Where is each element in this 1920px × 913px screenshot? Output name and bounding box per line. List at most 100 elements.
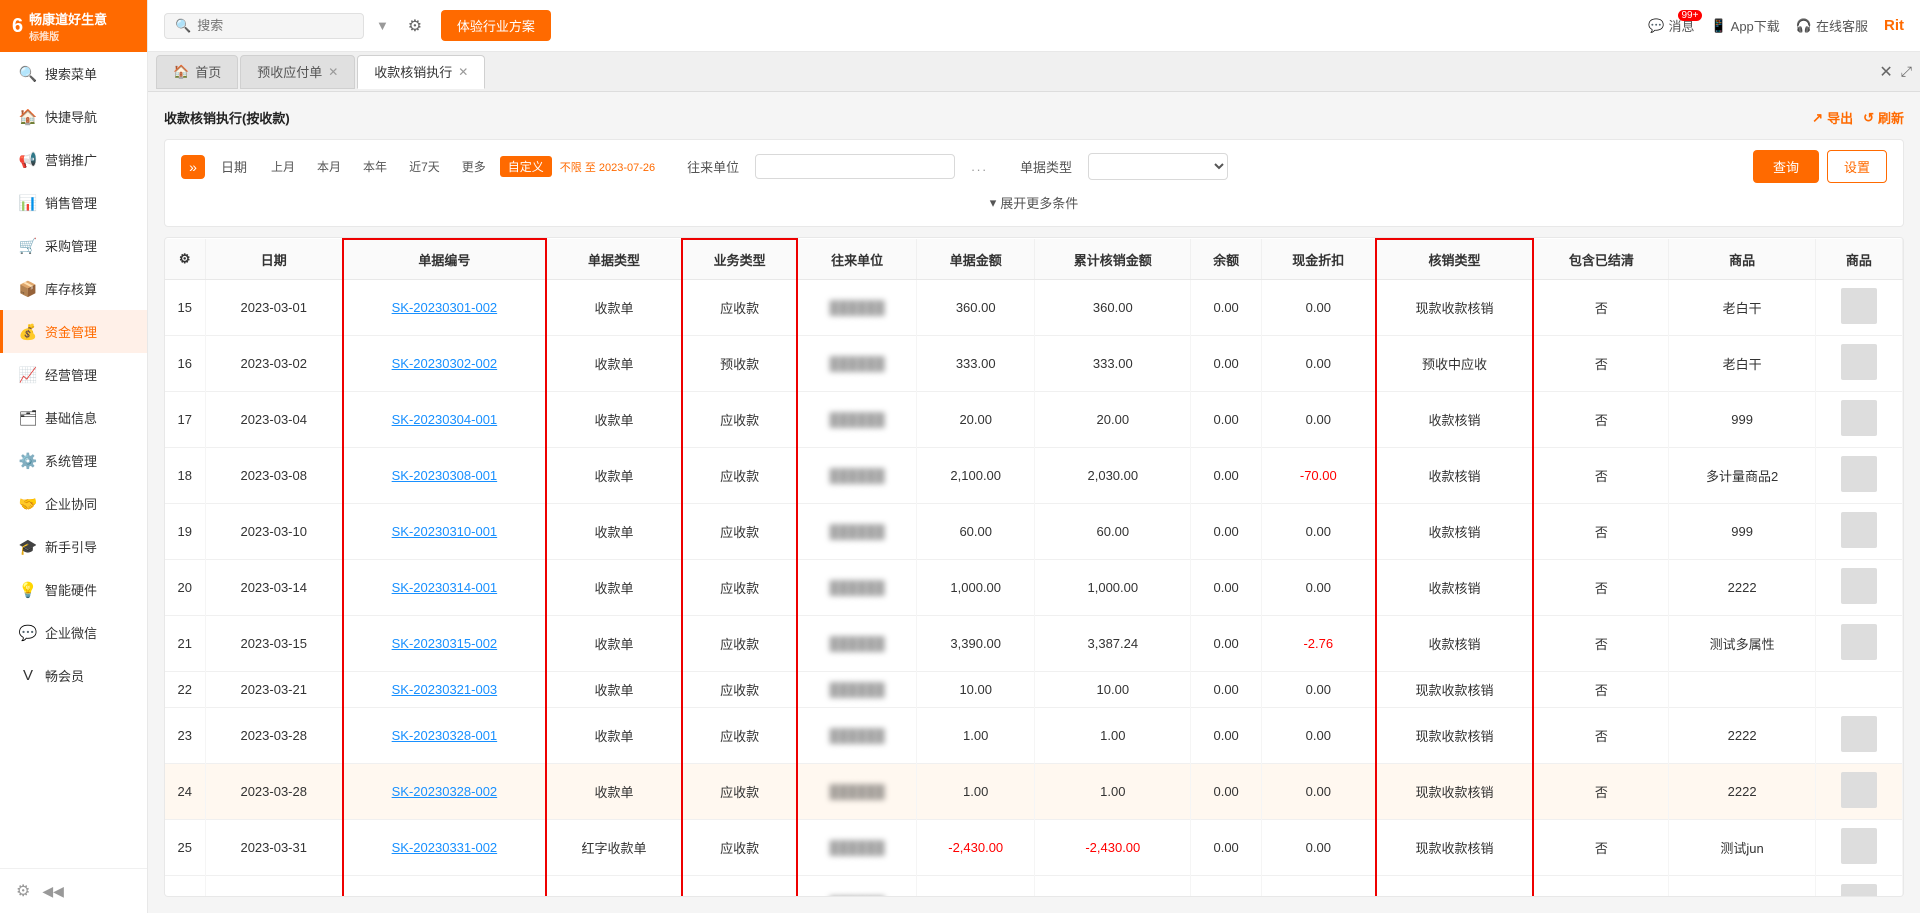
sidebar-item-system[interactable]: ⚙️系统管理 bbox=[0, 439, 147, 482]
app-download-button[interactable]: 📱 App下载 bbox=[1710, 16, 1779, 35]
tabs-expand-icon[interactable]: ⤢ bbox=[1901, 63, 1912, 80]
sidebar-item-shortcut[interactable]: 🏠快捷导航 bbox=[0, 95, 147, 138]
sidebar-item-purchase[interactable]: 🛒采购管理 bbox=[0, 224, 147, 267]
sidebar-item-operations[interactable]: 📈经营管理 bbox=[0, 353, 147, 396]
refresh-button[interactable]: ↺ 刷新 bbox=[1863, 108, 1904, 127]
table-row: 18 2023-03-08 SK-20230308-001 收款单 应收款 ██… bbox=[165, 448, 1903, 504]
export-button[interactable]: ↗ 导出 bbox=[1812, 108, 1853, 127]
cell-writeoff-amount: 1.00 bbox=[1035, 708, 1191, 764]
messages-button[interactable]: 💬 消息 99+ bbox=[1648, 16, 1694, 35]
cell-amount: 10.00 bbox=[917, 672, 1035, 708]
cell-goods bbox=[1669, 672, 1816, 708]
cell-writeoff-amount: 10.00 bbox=[1035, 672, 1191, 708]
date-7days-button[interactable]: 近7天 bbox=[401, 156, 448, 177]
sidebar-item-search[interactable]: 🔍搜索菜单 bbox=[0, 52, 147, 95]
cell-biztype: 应收款 bbox=[682, 820, 797, 876]
cell-balance: 0.00 bbox=[1191, 448, 1262, 504]
docnum-link[interactable]: SK-20230304-001 bbox=[392, 412, 498, 427]
tab-home[interactable]: 🏠 首页 bbox=[156, 55, 238, 89]
settings-button[interactable]: 设置 bbox=[1827, 150, 1887, 183]
docnum-link[interactable]: SK-20230328-002 bbox=[392, 784, 498, 799]
date-this-month-button[interactable]: 本月 bbox=[309, 156, 349, 177]
sidebar-item-marketing[interactable]: 📢营销推广 bbox=[0, 138, 147, 181]
docnum-link[interactable]: SK-20230302-002 bbox=[392, 356, 498, 371]
query-button[interactable]: 查询 bbox=[1753, 150, 1819, 183]
date-more-button[interactable]: 更多 bbox=[454, 156, 494, 177]
cell-include-settled: 否 bbox=[1533, 392, 1669, 448]
docnum-link[interactable]: SK-20230310-001 bbox=[392, 524, 498, 539]
sidebar-item-hardware[interactable]: 💡智能硬件 bbox=[0, 568, 147, 611]
sidebar-item-wechat[interactable]: 💬企业微信 bbox=[0, 611, 147, 654]
table-row: 20 2023-03-14 SK-20230314-001 收款单 应收款 ██… bbox=[165, 560, 1903, 616]
sidebar-item-member[interactable]: V畅会员 bbox=[0, 654, 147, 697]
date-this-year-button[interactable]: 本年 bbox=[355, 156, 395, 177]
cell-amount: -2,430.00 bbox=[917, 820, 1035, 876]
user-avatar[interactable]: Rit bbox=[1884, 17, 1904, 34]
filter-toggle-button[interactable]: » bbox=[181, 155, 205, 179]
cell-doctype: 收款单 bbox=[546, 280, 682, 336]
sidebar-icon-purchase: 🛒 bbox=[19, 237, 37, 255]
cell-doctype: 收款单 bbox=[546, 876, 682, 898]
col-header-balance: 余额 bbox=[1191, 239, 1262, 280]
date-last-month-button[interactable]: 上月 bbox=[263, 156, 303, 177]
date-custom-button[interactable]: 自定义 bbox=[500, 156, 552, 177]
cell-balance: 0.00 bbox=[1191, 876, 1262, 898]
sidebar-item-enterprise[interactable]: 🤝企业协同 bbox=[0, 482, 147, 525]
cell-partner: ██████ bbox=[797, 708, 917, 764]
cell-include-settled: 否 bbox=[1533, 672, 1669, 708]
filter-more-dots: ... bbox=[971, 159, 988, 174]
topbar-gear-icon[interactable]: ⚙ bbox=[401, 12, 429, 40]
docnum-link[interactable]: SK-20230328-001 bbox=[392, 728, 498, 743]
cell-goods: 测试多属性 bbox=[1669, 616, 1816, 672]
cell-include-settled: 否 bbox=[1533, 616, 1669, 672]
docnum-link[interactable]: SK-20230331-002 bbox=[392, 840, 498, 855]
search-input[interactable] bbox=[197, 18, 337, 33]
cell-biztype: 应收款 bbox=[682, 448, 797, 504]
tabs-close-all-icon[interactable]: ✕ bbox=[1879, 62, 1892, 82]
solution-button[interactable]: 体验行业方案 bbox=[441, 10, 551, 41]
table-row: 26 2023-04-03 SK-20230403-002 收款单 预收款 ██… bbox=[165, 876, 1903, 898]
col-header-idx: ⚙ bbox=[165, 239, 205, 280]
cell-include-settled: 否 bbox=[1533, 764, 1669, 820]
cell-writeoff-type: 收款核销 bbox=[1376, 616, 1534, 672]
sidebar-item-base[interactable]: 🗂基础信息 bbox=[0, 396, 147, 439]
topbar-chevron-icon[interactable]: ▼ bbox=[376, 18, 389, 33]
sidebar-label-enterprise: 企业协同 bbox=[45, 494, 97, 513]
doctype-filter-select[interactable] bbox=[1088, 153, 1228, 180]
col-header-doctype: 单据类型 bbox=[546, 239, 682, 280]
topbar-search-box[interactable]: 🔍 bbox=[164, 13, 364, 39]
docnum-link[interactable]: SK-20230314-001 bbox=[392, 580, 498, 595]
docnum-link[interactable]: SK-20230403-002 bbox=[392, 896, 498, 897]
cell-include-settled: 否 bbox=[1533, 560, 1669, 616]
sidebar-item-finance[interactable]: 💰资金管理 bbox=[0, 310, 147, 353]
sidebar-collapse-icon[interactable]: ◀◀ bbox=[42, 883, 64, 900]
cell-goods: 老白干 bbox=[1669, 336, 1816, 392]
docnum-link[interactable]: SK-20230308-001 bbox=[392, 468, 498, 483]
cell-goods2 bbox=[1815, 392, 1902, 448]
tab-writeoff[interactable]: 收款核销执行 ✕ bbox=[357, 55, 485, 89]
cell-date: 2023-03-10 bbox=[205, 504, 343, 560]
filter-bar: » 日期 上月 本月 本年 近7天 更多 自定义 不限 至 2023-07-26… bbox=[164, 139, 1904, 227]
cell-goods2 bbox=[1815, 504, 1902, 560]
sidebar-item-inventory[interactable]: 📦库存核算 bbox=[0, 267, 147, 310]
cell-goods2 bbox=[1815, 764, 1902, 820]
cell-docnum: SK-20230328-002 bbox=[343, 764, 546, 820]
sidebar-brand: 畅康道好生意 bbox=[29, 9, 107, 28]
tab-prepay[interactable]: 预收应付单 ✕ bbox=[240, 55, 355, 89]
cell-biztype: 应收款 bbox=[682, 392, 797, 448]
sidebar-item-sales[interactable]: 📊销售管理 bbox=[0, 181, 147, 224]
sidebar-item-guide[interactable]: 🎓新手引导 bbox=[0, 525, 147, 568]
docnum-link[interactable]: SK-20230301-002 bbox=[392, 300, 498, 315]
cell-balance: 0.00 bbox=[1191, 708, 1262, 764]
docnum-link[interactable]: SK-20230321-003 bbox=[392, 682, 498, 697]
cell-amount: 1,000.00 bbox=[917, 560, 1035, 616]
expand-more-button[interactable]: ▾ 展开更多条件 bbox=[986, 189, 1083, 216]
docnum-link[interactable]: SK-20230315-002 bbox=[392, 636, 498, 651]
sidebar-settings-icon[interactable]: ⚙ bbox=[16, 881, 30, 901]
cell-date: 2023-04-03 bbox=[205, 876, 343, 898]
tab-writeoff-close-icon[interactable]: ✕ bbox=[458, 65, 468, 79]
tab-prepay-close-icon[interactable]: ✕ bbox=[328, 65, 338, 79]
partner-filter-input[interactable] bbox=[755, 154, 955, 179]
customer-service-button[interactable]: 🎧 在线客服 bbox=[1796, 16, 1868, 35]
cell-writeoff-type: 收款核销 bbox=[1376, 560, 1534, 616]
